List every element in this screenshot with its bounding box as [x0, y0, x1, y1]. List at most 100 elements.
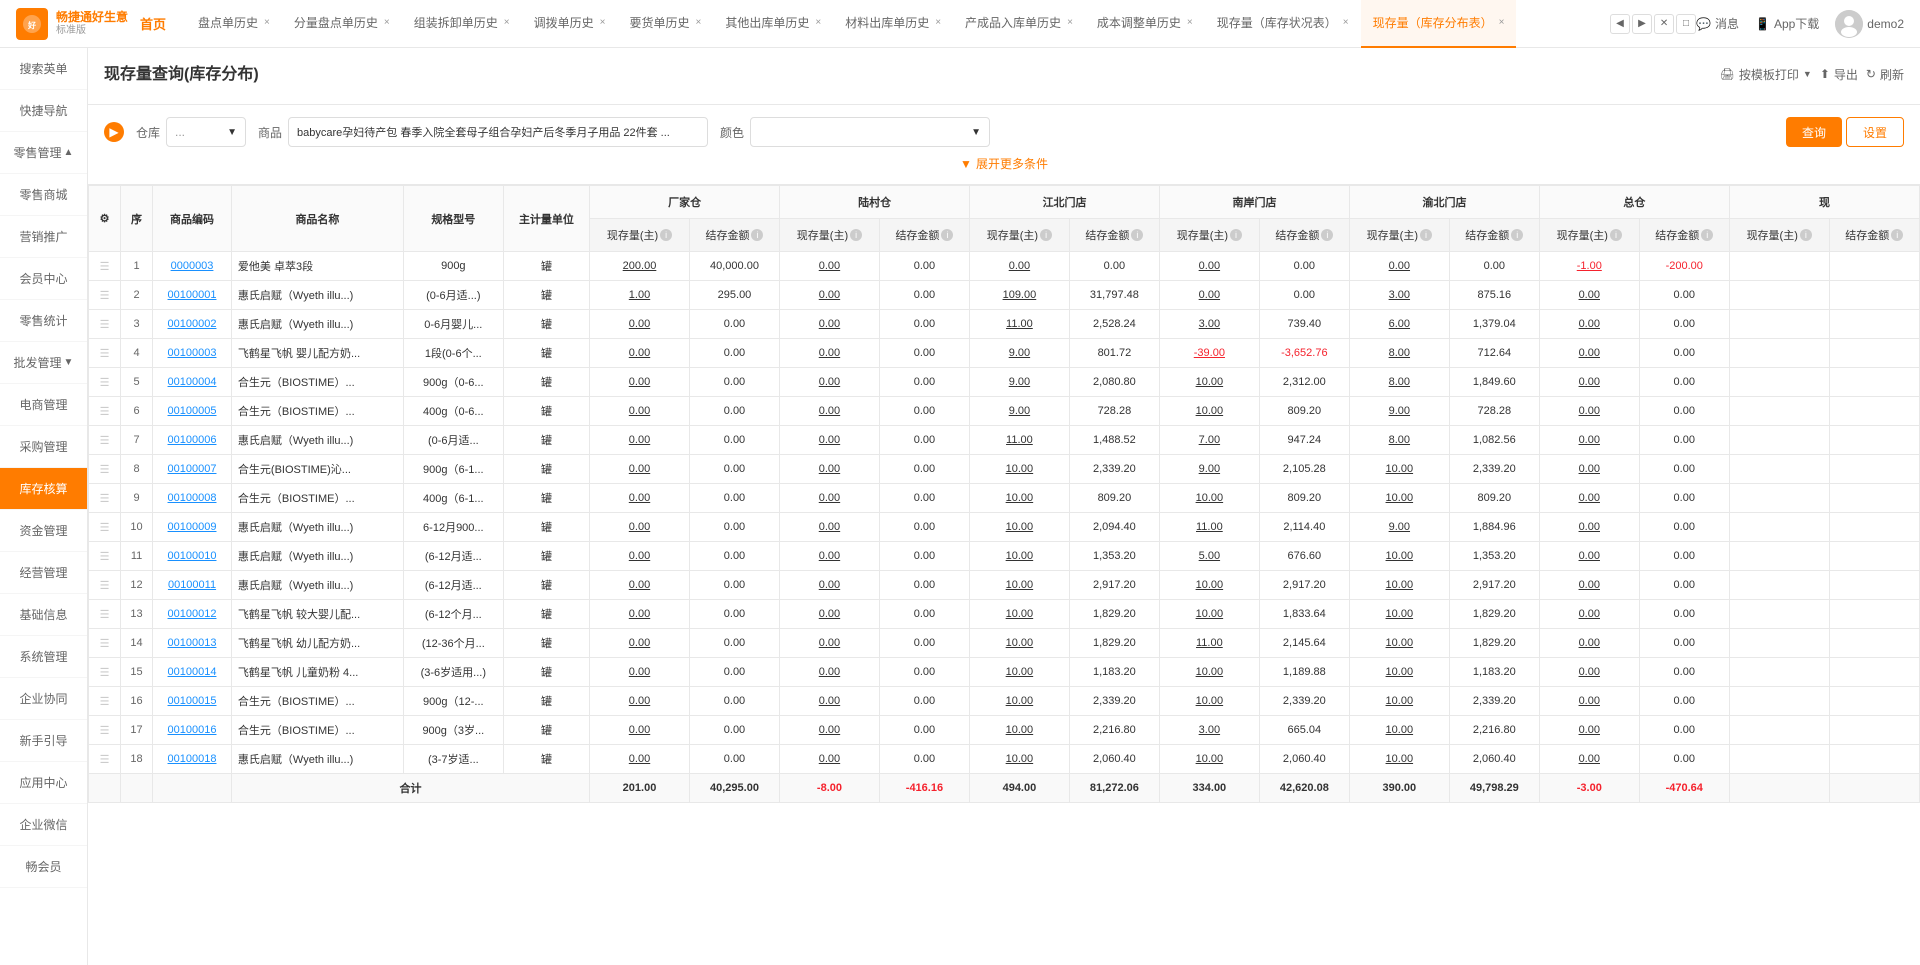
- row-settings[interactable]: ☰: [89, 687, 121, 716]
- row-lcc-qty[interactable]: 0.00: [780, 484, 880, 513]
- tab-close-icon[interactable]: ×: [695, 17, 701, 28]
- na-amt-info-icon[interactable]: i: [1321, 229, 1333, 241]
- nav-tab[interactable]: 产成品入库单历史×: [953, 0, 1085, 48]
- jb-amt-info-icon[interactable]: i: [1131, 229, 1143, 241]
- row-code[interactable]: 00100003: [153, 339, 232, 368]
- row-settings[interactable]: ☰: [89, 397, 121, 426]
- row-settings[interactable]: ☰: [89, 542, 121, 571]
- row-lcc-qty[interactable]: 0.00: [780, 600, 880, 629]
- row-yb-qty[interactable]: 10.00: [1350, 455, 1450, 484]
- nav-tab[interactable]: 材料出库单历史×: [833, 0, 953, 48]
- row-yb-qty[interactable]: 10.00: [1350, 687, 1450, 716]
- nav-tab[interactable]: 现存量（库存状况表）×: [1205, 0, 1361, 48]
- row-code[interactable]: 00100013: [153, 629, 232, 658]
- row-zc-qty[interactable]: 0.00: [1539, 455, 1639, 484]
- table-container[interactable]: ⚙ 序 商品编码 商品名称 规格型号 主计量单位 厂家仓 陆村仓 江北门店 南岸…: [88, 185, 1920, 965]
- app-download-btn[interactable]: 📱 App下载: [1755, 15, 1819, 32]
- row-jb-qty[interactable]: 10.00: [970, 716, 1070, 745]
- row-na-qty[interactable]: 3.00: [1160, 716, 1260, 745]
- row-yb-qty[interactable]: 9.00: [1350, 397, 1450, 426]
- row-lcc-qty[interactable]: 0.00: [780, 542, 880, 571]
- lcc-qty-info-icon[interactable]: i: [850, 229, 862, 241]
- row-na-qty[interactable]: 10.00: [1160, 368, 1260, 397]
- nav-tab[interactable]: 组装拆卸单历史×: [402, 0, 522, 48]
- row-cjc-qty[interactable]: 0.00: [590, 310, 690, 339]
- warehouse-dropdown[interactable]: ... ▼: [166, 117, 246, 147]
- row-zc-qty[interactable]: 0.00: [1539, 629, 1639, 658]
- row-code[interactable]: 00100012: [153, 600, 232, 629]
- row-yb-qty[interactable]: 9.00: [1350, 513, 1450, 542]
- sidebar-item-finance[interactable]: 资金管理: [0, 510, 87, 552]
- row-zc-qty[interactable]: 0.00: [1539, 339, 1639, 368]
- row-settings[interactable]: ☰: [89, 368, 121, 397]
- row-zc-qty[interactable]: 0.00: [1539, 281, 1639, 310]
- nav-tab[interactable]: 成本调整单历史×: [1085, 0, 1205, 48]
- row-cjc-qty[interactable]: 0.00: [590, 397, 690, 426]
- row-settings[interactable]: ☰: [89, 629, 121, 658]
- row-jb-qty[interactable]: 9.00: [970, 397, 1070, 426]
- row-settings[interactable]: ☰: [89, 281, 121, 310]
- sidebar-item-operations[interactable]: 经营管理: [0, 552, 87, 594]
- row-yb-qty[interactable]: 6.00: [1350, 310, 1450, 339]
- cur-amt-info-icon[interactable]: i: [1891, 229, 1903, 241]
- row-cjc-qty[interactable]: 0.00: [590, 571, 690, 600]
- sidebar-item-quick-nav[interactable]: 快捷导航: [0, 90, 87, 132]
- row-yb-qty[interactable]: 3.00: [1350, 281, 1450, 310]
- row-lcc-qty[interactable]: 0.00: [780, 658, 880, 687]
- query-button[interactable]: 查询: [1786, 117, 1842, 147]
- row-na-qty[interactable]: 11.00: [1160, 513, 1260, 542]
- row-jb-qty[interactable]: 109.00: [970, 281, 1070, 310]
- row-zc-qty[interactable]: 0.00: [1539, 310, 1639, 339]
- row-code[interactable]: 00100018: [153, 745, 232, 774]
- row-na-qty[interactable]: 10.00: [1160, 687, 1260, 716]
- zc-amt-info-icon[interactable]: i: [1701, 229, 1713, 241]
- row-settings[interactable]: ☰: [89, 716, 121, 745]
- zc-qty-info-icon[interactable]: i: [1610, 229, 1622, 241]
- tab-close-icon[interactable]: ×: [935, 17, 941, 28]
- row-yb-qty[interactable]: 10.00: [1350, 600, 1450, 629]
- jb-qty-info-icon[interactable]: i: [1040, 229, 1052, 241]
- row-zc-qty[interactable]: 0.00: [1539, 658, 1639, 687]
- row-cjc-qty[interactable]: 0.00: [590, 658, 690, 687]
- expand-conditions-btn[interactable]: ▼ 展开更多条件: [960, 155, 1048, 172]
- tab-close-all[interactable]: ✕: [1654, 14, 1674, 34]
- row-lcc-qty[interactable]: 0.00: [780, 281, 880, 310]
- row-zc-qty[interactable]: 0.00: [1539, 571, 1639, 600]
- row-na-qty[interactable]: 3.00: [1160, 310, 1260, 339]
- row-jb-qty[interactable]: 11.00: [970, 310, 1070, 339]
- sidebar-item-enterprise[interactable]: 企业协同: [0, 678, 87, 720]
- sidebar-item-guide[interactable]: 新手引导: [0, 720, 87, 762]
- row-na-qty[interactable]: 11.00: [1160, 629, 1260, 658]
- row-na-qty[interactable]: 10.00: [1160, 484, 1260, 513]
- row-lcc-qty[interactable]: 0.00: [780, 397, 880, 426]
- tab-expand[interactable]: □: [1676, 14, 1696, 34]
- sidebar-item-retail-mall[interactable]: 零售商城: [0, 174, 87, 216]
- row-yb-qty[interactable]: 10.00: [1350, 658, 1450, 687]
- sidebar-item-retail-stats[interactable]: 零售统计: [0, 300, 87, 342]
- row-settings[interactable]: ☰: [89, 455, 121, 484]
- row-zc-qty[interactable]: 0.00: [1539, 397, 1639, 426]
- row-lcc-qty[interactable]: 0.00: [780, 310, 880, 339]
- row-code[interactable]: 00100011: [153, 571, 232, 600]
- row-cjc-qty[interactable]: 0.00: [590, 629, 690, 658]
- row-zc-qty[interactable]: 0.00: [1539, 426, 1639, 455]
- row-yb-qty[interactable]: 10.00: [1350, 542, 1450, 571]
- row-zc-qty[interactable]: -1.00: [1539, 252, 1639, 281]
- message-btn[interactable]: 💬 消息: [1696, 15, 1739, 32]
- row-lcc-qty[interactable]: 0.00: [780, 716, 880, 745]
- tab-close-icon[interactable]: ×: [504, 17, 510, 28]
- row-jb-qty[interactable]: 10.00: [970, 745, 1070, 774]
- row-cjc-qty[interactable]: 0.00: [590, 716, 690, 745]
- row-jb-qty[interactable]: 11.00: [970, 426, 1070, 455]
- cur-qty-info-icon[interactable]: i: [1800, 229, 1812, 241]
- row-yb-qty[interactable]: 10.00: [1350, 716, 1450, 745]
- tab-close-icon[interactable]: ×: [1067, 17, 1073, 28]
- goods-input[interactable]: [288, 117, 708, 147]
- print-btn[interactable]: 🖨 按模板打印 ▼: [1720, 66, 1812, 83]
- row-lcc-qty[interactable]: 0.00: [780, 368, 880, 397]
- row-cjc-qty[interactable]: 0.00: [590, 339, 690, 368]
- row-settings[interactable]: ☰: [89, 484, 121, 513]
- row-cjc-qty[interactable]: 0.00: [590, 687, 690, 716]
- row-jb-qty[interactable]: 10.00: [970, 484, 1070, 513]
- row-settings[interactable]: ☰: [89, 310, 121, 339]
